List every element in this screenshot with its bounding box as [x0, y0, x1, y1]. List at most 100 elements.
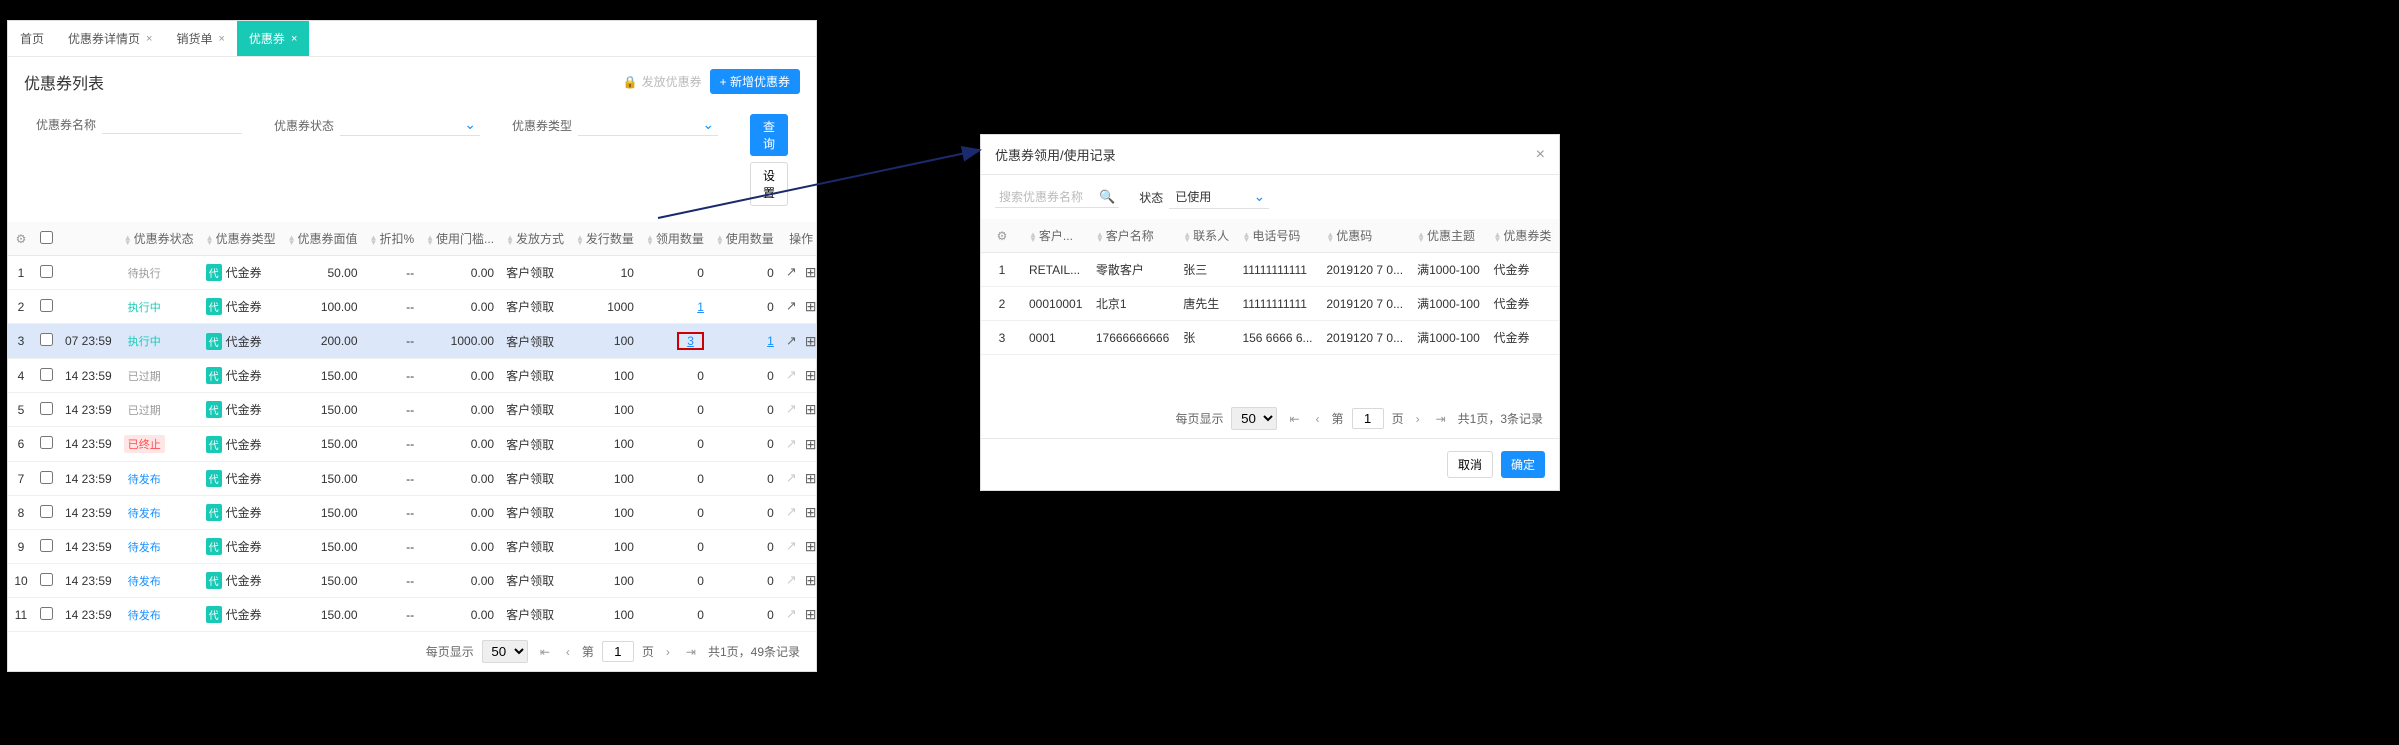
modal-search-input[interactable] [995, 187, 1095, 207]
claim-link[interactable]: 1 [697, 300, 704, 314]
page-input[interactable] [602, 641, 634, 662]
col-customer-name[interactable]: ▲▼客户名称 [1090, 219, 1177, 253]
table-row[interactable]: 7 14 23:59 待发布 代代金券 150.00 -- 0.00 客户领取 … [8, 462, 816, 496]
row-checkbox[interactable] [40, 368, 53, 381]
page-input[interactable] [1352, 408, 1384, 429]
row-checkbox[interactable] [40, 436, 53, 449]
qr-icon[interactable] [805, 367, 816, 384]
filter-status-select[interactable]: ⌄ [340, 114, 480, 136]
close-icon[interactable]: × [291, 33, 297, 45]
confirm-button[interactable]: 确定 [1501, 451, 1545, 478]
col-customer-code[interactable]: ▲▼客户... [1023, 219, 1090, 253]
page-prev[interactable]: ‹ [1312, 412, 1324, 426]
filter-type-label: 优惠券类型 [512, 117, 572, 134]
col-discount[interactable]: ▲▼折扣% [364, 222, 421, 256]
per-page-select[interactable]: 50 [1231, 407, 1277, 430]
qr-icon[interactable] [805, 470, 816, 487]
page-next[interactable]: › [1412, 412, 1424, 426]
tab-coupon[interactable]: 优惠券× [237, 21, 309, 56]
type-tag: 代 [206, 401, 222, 418]
settings-button[interactable]: 设置 [750, 162, 788, 206]
modal-status-select[interactable]: 已使用 ⌄ [1169, 185, 1269, 209]
filter-type-select[interactable]: ⌄ [578, 114, 718, 136]
page-next[interactable]: › [662, 645, 674, 659]
col-type[interactable]: ▲▼优惠券类型 [200, 222, 282, 256]
page-prev[interactable]: ‹ [562, 645, 574, 659]
cancel-button[interactable]: 取消 [1447, 451, 1493, 478]
chevron-down-icon: ⌄ [464, 116, 476, 133]
share-icon[interactable] [786, 264, 797, 281]
page-first[interactable]: ⇤ [536, 645, 554, 659]
col-issue[interactable]: ▲▼发行数量 [570, 222, 640, 256]
qr-icon[interactable] [805, 606, 816, 623]
col-type2[interactable]: ▲▼优惠券类 [1487, 219, 1559, 253]
close-icon[interactable]: × [1536, 146, 1545, 164]
tab-coupon-detail[interactable]: 优惠券详情页× [56, 21, 164, 56]
table-row[interactable]: 11 14 23:59 待发布 代代金券 150.00 -- 0.00 客户领取… [8, 598, 816, 632]
page-last[interactable]: ⇥ [682, 645, 700, 659]
col-phone[interactable]: ▲▼电话号码 [1236, 219, 1320, 253]
close-icon[interactable]: × [218, 33, 224, 45]
table-row[interactable]: 4 14 23:59 已过期 代代金券 150.00 -- 0.00 客户领取 … [8, 359, 816, 393]
status-badge: 已过期 [124, 402, 165, 418]
row-checkbox[interactable] [40, 607, 53, 620]
qr-icon[interactable] [805, 333, 816, 350]
table-row[interactable]: 8 14 23:59 待发布 代代金券 150.00 -- 0.00 客户领取 … [8, 496, 816, 530]
row-checkbox[interactable] [40, 539, 53, 552]
row-checkbox[interactable] [40, 402, 53, 415]
col-contact[interactable]: ▲▼联系人 [1177, 219, 1236, 253]
add-coupon-button[interactable]: + 新增优惠券 [710, 69, 800, 94]
tab-sales-order[interactable]: 销货单× [164, 21, 236, 56]
search-icon[interactable]: 🔍 [1095, 189, 1119, 205]
filter-status-label: 优惠券状态 [274, 117, 334, 134]
tab-home[interactable]: 首页 [8, 21, 56, 56]
filter-name-input[interactable] [102, 114, 242, 134]
qr-icon[interactable] [805, 572, 816, 589]
row-checkbox[interactable] [40, 505, 53, 518]
row-checkbox[interactable] [40, 265, 53, 278]
table-row[interactable]: 1 待执行 代代金券 50.00 -- 0.00 客户领取 10 0 0 [8, 256, 816, 290]
row-checkbox[interactable] [40, 573, 53, 586]
row-checkbox[interactable] [40, 299, 53, 312]
share-icon[interactable] [786, 298, 797, 315]
status-badge: 待发布 [124, 505, 165, 521]
select-all-checkbox[interactable] [40, 231, 53, 244]
share-icon[interactable] [786, 333, 797, 350]
table-row[interactable]: 3 0001 17666666666 张 156 6666 6... 20191… [981, 321, 1559, 355]
qr-icon[interactable] [805, 504, 816, 521]
row-checkbox[interactable] [40, 333, 53, 346]
col-code[interactable]: ▲▼优惠码 [1320, 219, 1411, 253]
page-last[interactable]: ⇥ [1432, 412, 1450, 426]
col-method[interactable]: ▲▼发放方式 [500, 222, 570, 256]
qr-icon[interactable] [805, 538, 816, 555]
qr-icon[interactable] [805, 264, 816, 281]
col-use[interactable]: ▲▼使用数量 [710, 222, 780, 256]
qr-icon[interactable] [805, 436, 816, 453]
row-checkbox[interactable] [40, 471, 53, 484]
col-threshold[interactable]: ▲▼使用门槛... [420, 222, 500, 256]
qr-icon[interactable] [805, 298, 816, 315]
table-row[interactable]: 6 14 23:59 已终止 代代金券 150.00 -- 0.00 客户领取 … [8, 427, 816, 462]
col-face[interactable]: ▲▼优惠券面值 [282, 222, 364, 256]
search-button[interactable]: 查询 [750, 114, 788, 156]
col-status[interactable]: ▲▼优惠券状态 [118, 222, 200, 256]
table-row[interactable]: 5 14 23:59 已过期 代代金券 150.00 -- 0.00 客户领取 … [8, 393, 816, 427]
per-page-select[interactable]: 50 [482, 640, 528, 663]
table-row[interactable]: 1 RETAIL... 零散客户 张三 11111111111 2019120 … [981, 253, 1559, 287]
table-row[interactable]: 3 07 23:59 执行中 代代金券 200.00 -- 1000.00 客户… [8, 324, 816, 359]
gear-icon[interactable]: ⚙ [14, 232, 28, 246]
page-first[interactable]: ⇤ [1285, 412, 1303, 426]
claim-link[interactable]: 3 [677, 332, 704, 350]
share-icon [786, 367, 797, 384]
usage-table: ⚙ ▲▼客户... ▲▼客户名称 ▲▼联系人 ▲▼电话号码 ▲▼优惠码 ▲▼优惠… [981, 219, 1559, 355]
table-row[interactable]: 10 14 23:59 待发布 代代金券 150.00 -- 0.00 客户领取… [8, 564, 816, 598]
col-topic[interactable]: ▲▼优惠主题 [1411, 219, 1487, 253]
table-row[interactable]: 9 14 23:59 待发布 代代金券 150.00 -- 0.00 客户领取 … [8, 530, 816, 564]
table-row[interactable]: 2 执行中 代代金券 100.00 -- 0.00 客户领取 1000 1 0 [8, 290, 816, 324]
table-row[interactable]: 2 00010001 北京1 唐先生 11111111111 2019120 7… [981, 287, 1559, 321]
col-claim[interactable]: ▲▼领用数量 [640, 222, 710, 256]
use-link[interactable]: 1 [767, 334, 774, 348]
gear-icon[interactable]: ⚙ [995, 229, 1009, 243]
close-icon[interactable]: × [146, 33, 152, 45]
qr-icon[interactable] [805, 401, 816, 418]
